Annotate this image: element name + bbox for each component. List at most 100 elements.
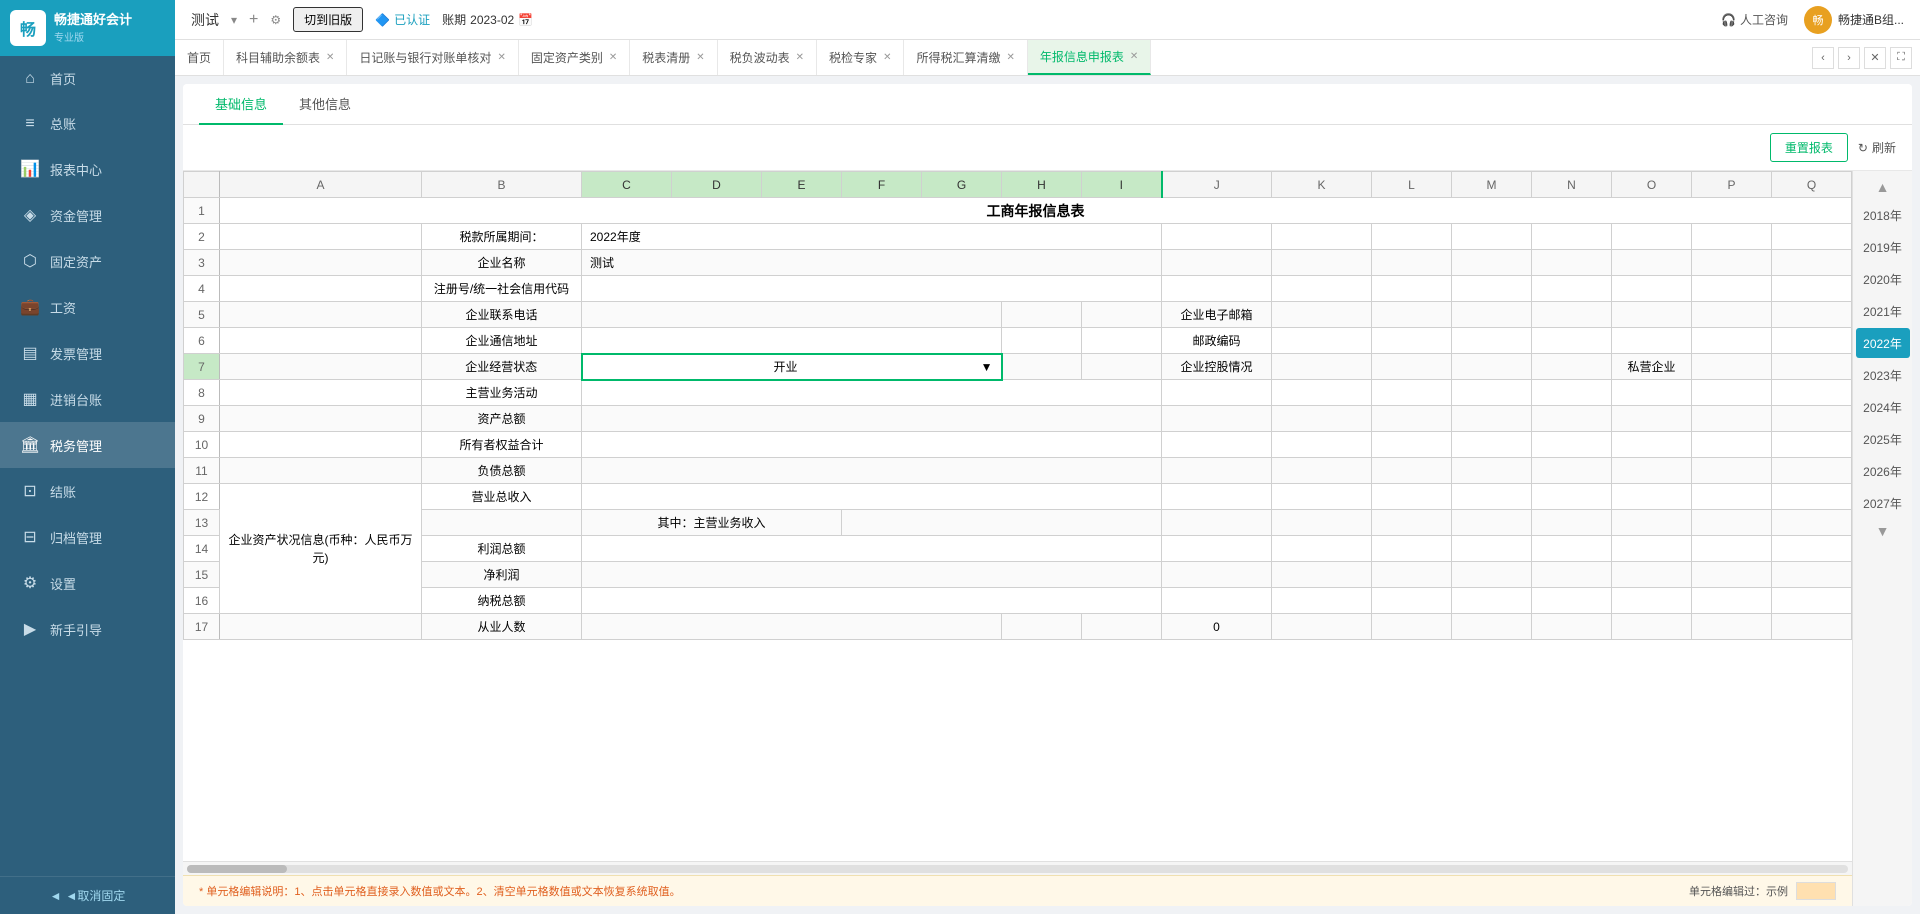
tab-next-button[interactable]: › [1838,47,1860,69]
collapse-button[interactable]: ◄ ◄取消固定 [10,887,165,904]
table-cell[interactable] [1532,432,1612,458]
table-cell[interactable] [1612,588,1692,614]
table-cell[interactable]: 0 [1162,614,1272,640]
year-item-2025[interactable]: 2025年 [1856,424,1910,454]
sidebar-item-inventory[interactable]: ▦ 进销台账 [0,376,175,422]
table-cell[interactable] [1692,510,1772,536]
col-header-L[interactable]: L [1372,172,1452,198]
table-cell[interactable] [842,510,1162,536]
table-cell[interactable] [1272,588,1372,614]
table-cell[interactable] [1452,536,1532,562]
col-header-G[interactable]: G [922,172,1002,198]
table-cell[interactable] [1372,224,1452,250]
table-cell[interactable] [1452,432,1532,458]
table-cell[interactable] [1612,484,1692,510]
table-cell[interactable] [1372,432,1452,458]
table-cell[interactable] [1372,276,1452,302]
table-cell[interactable]: 利润总额 [422,536,582,562]
year-item-2023[interactable]: 2023年 [1856,360,1910,390]
table-cell-title[interactable]: 工商年报信息表 [220,198,1852,224]
table-cell[interactable] [1612,302,1692,328]
tab-close-icon[interactable]: ✕ [497,52,505,63]
tab-close-icon[interactable]: ✕ [796,52,804,63]
table-cell[interactable] [1612,432,1692,458]
table-cell[interactable] [1692,588,1772,614]
table-cell[interactable] [1692,276,1772,302]
table-cell[interactable] [1372,302,1452,328]
tab-tax-wave[interactable]: 税负波动表 ✕ [718,40,817,75]
year-item-2022[interactable]: 2022年 [1856,328,1910,358]
table-cell[interactable] [1532,224,1612,250]
table-cell[interactable] [1772,302,1852,328]
table-cell[interactable] [582,458,1162,484]
table-cell[interactable] [1692,458,1772,484]
table-cell[interactable] [1272,614,1372,640]
table-cell[interactable] [1532,380,1612,406]
table-cell[interactable] [1772,432,1852,458]
table-cell[interactable] [1452,562,1532,588]
table-cell[interactable]: 负债总额 [422,458,582,484]
table-cell[interactable] [220,432,422,458]
tab-fixed-assets-cat[interactable]: 固定资产类别 ✕ [519,40,630,75]
sidebar-collapse[interactable]: ◄ ◄取消固定 [0,876,175,914]
table-cell[interactable] [1082,354,1162,380]
table-cell[interactable] [1162,432,1272,458]
table-cell[interactable] [1612,380,1692,406]
table-cell[interactable] [220,328,422,354]
year-item-2026[interactable]: 2026年 [1856,456,1910,486]
table-cell[interactable]: 所有者权益合计 [422,432,582,458]
col-header-P[interactable]: P [1692,172,1772,198]
table-cell[interactable] [1372,354,1452,380]
table-cell[interactable] [1612,224,1692,250]
tab-close-icon[interactable]: ✕ [609,52,617,63]
table-cell[interactable]: 营业总收入 [422,484,582,510]
table-cell[interactable] [1452,588,1532,614]
table-cell[interactable] [1612,250,1692,276]
tab-expand-button[interactable]: ⛶ [1890,47,1912,69]
col-header-J[interactable]: J [1162,172,1272,198]
scroll-thumb[interactable] [187,865,287,873]
table-cell[interactable] [1162,276,1272,302]
sidebar-item-home[interactable]: ⌂ 首页 [0,56,175,101]
table-cell[interactable] [1272,562,1372,588]
table-cell[interactable] [582,562,1162,588]
sidebar-item-guide[interactable]: ▶ 新手引导 [0,606,175,652]
table-cell[interactable] [1272,458,1372,484]
user-menu[interactable]: 畅 畅捷通B组... [1804,6,1904,34]
sidebar-item-settings[interactable]: ⚙ 设置 [0,560,175,606]
table-cell[interactable] [1452,276,1532,302]
table-cell[interactable] [1452,614,1532,640]
year-item-2027[interactable]: 2027年 [1856,488,1910,518]
service-button[interactable]: 🎧 人工咨询 [1721,11,1788,28]
table-cell[interactable]: 主营业务活动 [422,380,582,406]
table-cell[interactable] [1692,484,1772,510]
table-cell[interactable] [1612,276,1692,302]
table-cell[interactable] [1452,406,1532,432]
table-cell[interactable] [1612,458,1692,484]
table-cell[interactable] [1692,328,1772,354]
table-cell[interactable] [1452,328,1532,354]
table-cell[interactable] [1692,302,1772,328]
table-cell[interactable] [1532,588,1612,614]
table-cell[interactable]: 企业通信地址 [422,328,582,354]
table-cell[interactable] [1272,406,1372,432]
table-cell[interactable] [1082,328,1162,354]
table-cell[interactable] [1532,458,1612,484]
table-cell[interactable] [1772,354,1852,380]
table-cell[interactable] [1372,250,1452,276]
tab-home[interactable]: 首页 [175,40,224,75]
table-cell[interactable] [1272,224,1372,250]
table-cell[interactable] [1692,354,1772,380]
table-cell[interactable] [1272,484,1372,510]
table-cell[interactable] [1372,614,1452,640]
tab-annual-report[interactable]: 年报信息申报表 ✕ [1028,40,1151,75]
spreadsheet-wrapper[interactable]: A B C D E F G H I J [183,171,1852,861]
table-cell[interactable] [1692,224,1772,250]
table-cell[interactable] [1612,614,1692,640]
tab-income-tax[interactable]: 所得税汇算清缴 ✕ [904,40,1027,75]
table-cell[interactable]: 从业人数 [422,614,582,640]
table-cell[interactable] [1002,328,1082,354]
year-scroll-up-button[interactable]: ▲ [1853,175,1912,199]
table-cell[interactable]: 2022年度 [582,224,1162,250]
tab-close-icon[interactable]: ✕ [1130,51,1138,62]
